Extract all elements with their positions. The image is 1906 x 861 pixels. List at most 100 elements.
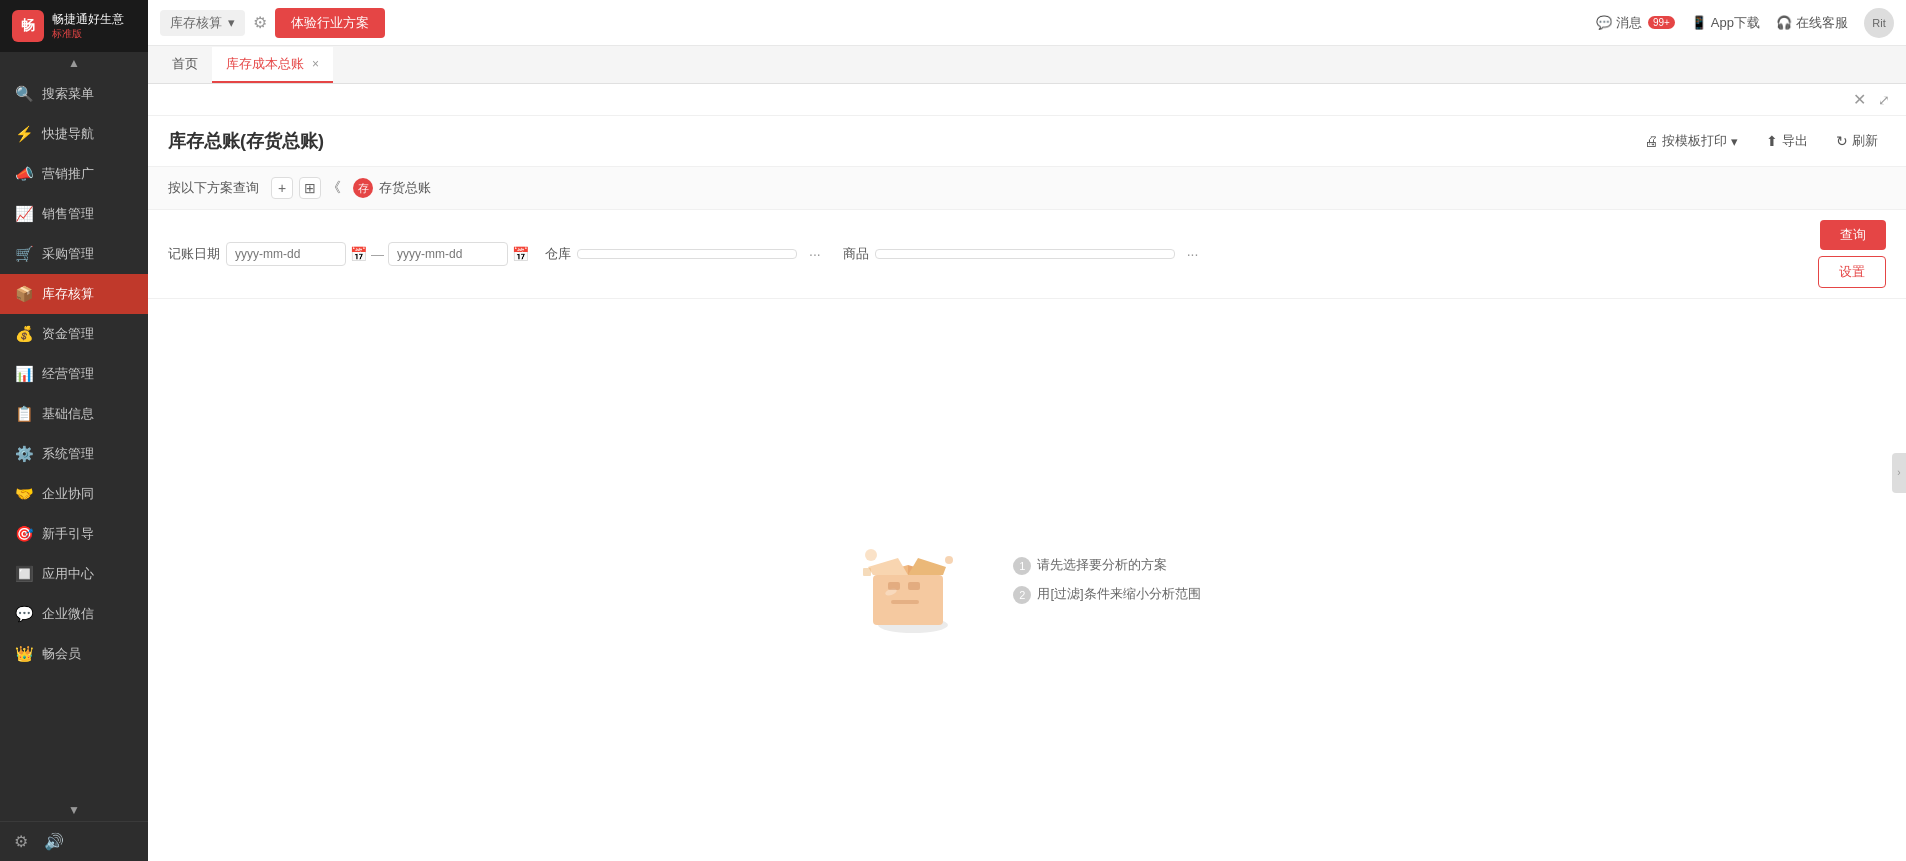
tab-bar: 首页 库存成本总账 ×	[148, 46, 1906, 84]
sidebar-item-wechat[interactable]: 💬 企业微信	[0, 594, 148, 634]
sidebar-item-apps[interactable]: 🔲 应用中心	[0, 554, 148, 594]
message-badge: 99+	[1648, 16, 1675, 29]
svg-marker-5	[908, 558, 946, 575]
page-header-actions: 🖨 按模板打印 ▾ ⬆ 导出 ↻ 刷新	[1636, 128, 1886, 154]
sales-icon: 📈	[14, 204, 34, 224]
page-content: ✕ ⤢ 库存总账(存货总账) 🖨 按模板打印 ▾ ⬆ 导出	[148, 84, 1906, 861]
inventory-icon: 📦	[14, 284, 34, 304]
date-start-input[interactable]	[226, 242, 346, 266]
filter-actions: + ⊞ 《	[271, 177, 341, 199]
empty-svg	[853, 520, 973, 640]
sidebar-item-operation[interactable]: 📊 经营管理	[0, 354, 148, 394]
empty-text: 1 请先选择要分析的方案 2 用[过滤]条件来缩小分析范围	[1013, 556, 1200, 604]
warehouse-field: 仓库 ···	[545, 244, 827, 264]
calendar-end-icon[interactable]: 📅	[512, 246, 529, 262]
filter-collapse-btn[interactable]: 《	[327, 179, 341, 197]
sidebar-item-newbie[interactable]: 🎯 新手引导	[0, 514, 148, 554]
print-btn[interactable]: 🖨 按模板打印 ▾	[1636, 128, 1746, 154]
settings-btn[interactable]: 设置	[1818, 256, 1886, 288]
wechat-icon: 💬	[14, 604, 34, 624]
filter-row: 记账日期 📅 — 📅 仓库 ···	[148, 210, 1906, 299]
online-support-item[interactable]: 🎧 在线客服	[1776, 14, 1848, 32]
content-wrapper: ✕ ⤢ 库存总账(存货总账) 🖨 按模板打印 ▾ ⬆ 导出	[148, 84, 1906, 861]
industry-btn[interactable]: 体验行业方案	[275, 8, 385, 38]
product-more-btn[interactable]: ···	[1181, 244, 1205, 264]
quicknav-icon: ⚡	[14, 124, 34, 144]
filter-add-btn[interactable]: +	[271, 177, 293, 199]
sidebar: 畅 畅捷通好生意 标准版 ▲ 🔍 搜索菜单 ⚡ 快捷导航 📣 营销推广 📈 销售…	[0, 0, 148, 861]
date-end-input[interactable]	[388, 242, 508, 266]
message-icon: 💬	[1596, 15, 1612, 30]
empty-hint-1: 1 请先选择要分析的方案	[1013, 556, 1200, 575]
sidebar-item-system[interactable]: ⚙️ 系统管理	[0, 434, 148, 474]
empty-state: 1 请先选择要分析的方案 2 用[过滤]条件来缩小分析范围	[148, 299, 1906, 861]
message-item[interactable]: 💬 消息 99+	[1596, 14, 1675, 32]
operation-icon: 📊	[14, 364, 34, 384]
topbar: 库存核算 ▾ ⚙ 体验行业方案 💬 消息 99+ 📱 App下载 🎧 在线客服 …	[148, 0, 1906, 46]
sidebar-item-purchase[interactable]: 🛒 采购管理	[0, 234, 148, 274]
panel-close-btn[interactable]: ✕	[1849, 86, 1870, 113]
sidebar-item-quicknav[interactable]: ⚡ 快捷导航	[0, 114, 148, 154]
breadcrumb-dropdown-icon: ▾	[228, 15, 235, 30]
filter-bar-label: 按以下方案查询	[168, 179, 259, 197]
sidebar-logo: 畅 畅捷通好生意 标准版	[0, 0, 148, 52]
tab-close-icon[interactable]: ×	[312, 57, 319, 71]
svg-rect-7	[888, 582, 900, 590]
sidebar-item-marketing[interactable]: 📣 营销推广	[0, 154, 148, 194]
print-icon: 🖨	[1644, 133, 1658, 149]
export-btn[interactable]: ⬆ 导出	[1758, 128, 1816, 154]
headset-icon: 🎧	[1776, 15, 1792, 30]
refresh-icon: ↻	[1836, 133, 1848, 149]
calendar-start-icon[interactable]: 📅	[350, 246, 367, 262]
sidebar-scroll-up[interactable]: ▲	[0, 52, 148, 74]
filter-group-btn[interactable]: ⊞	[299, 177, 321, 199]
panel-resize-btn[interactable]: ⤢	[1878, 92, 1890, 108]
empty-hint-2: 2 用[过滤]条件来缩小分析范围	[1013, 585, 1200, 604]
topbar-left: 库存核算 ▾ ⚙ 体验行业方案	[160, 8, 1586, 38]
topbar-breadcrumb[interactable]: 库存核算 ▾	[160, 10, 245, 36]
sidebar-item-enterprise[interactable]: 🤝 企业协同	[0, 474, 148, 514]
footer-speaker-icon[interactable]: 🔊	[44, 832, 64, 851]
filter-scheme-icon: 存	[353, 178, 373, 198]
search-icon: 🔍	[14, 84, 34, 104]
filter-scheme-item[interactable]: 存 存货总账	[353, 178, 431, 198]
logo-icon: 畅	[12, 10, 44, 42]
topbar-settings-icon[interactable]: ⚙	[253, 13, 267, 32]
close-row: ✕ ⤢	[148, 84, 1906, 116]
sidebar-scroll-down[interactable]: ▼	[0, 799, 148, 821]
user-avatar[interactable]: Rit	[1864, 8, 1894, 38]
logo-text: 畅捷通好生意 标准版	[52, 12, 124, 41]
query-btn[interactable]: 查询	[1820, 220, 1886, 250]
footer-settings-icon[interactable]: ⚙	[14, 832, 28, 851]
warehouse-select[interactable]	[577, 249, 797, 259]
app-download-item[interactable]: 📱 App下载	[1691, 14, 1760, 32]
empty-illustration	[853, 520, 973, 640]
basic-icon: 📋	[14, 404, 34, 424]
query-actions: 查询 设置	[1818, 220, 1886, 288]
purchase-icon: 🛒	[14, 244, 34, 264]
marketing-icon: 📣	[14, 164, 34, 184]
sidebar-item-member[interactable]: 👑 畅会员	[0, 634, 148, 674]
sidebar-item-finance[interactable]: 💰 资金管理	[0, 314, 148, 354]
tab-inventory-ledger[interactable]: 库存成本总账 ×	[212, 47, 333, 83]
newbie-icon: 🎯	[14, 524, 34, 544]
svg-marker-4	[868, 558, 908, 575]
finance-icon: 💰	[14, 324, 34, 344]
sidebar-item-search[interactable]: 🔍 搜索菜单	[0, 74, 148, 114]
sidebar-item-sales[interactable]: 📈 销售管理	[0, 194, 148, 234]
tab-home[interactable]: 首页	[158, 47, 212, 83]
date-input-wrap: 📅 — 📅	[226, 242, 529, 266]
refresh-btn[interactable]: ↻ 刷新	[1828, 128, 1886, 154]
sidebar-item-basic[interactable]: 📋 基础信息	[0, 394, 148, 434]
warehouse-more-btn[interactable]: ···	[803, 244, 827, 264]
topbar-right: 💬 消息 99+ 📱 App下载 🎧 在线客服 Rit	[1596, 8, 1894, 38]
product-label: 商品	[843, 245, 869, 263]
hint1-num: 1	[1013, 557, 1031, 575]
date-field: 记账日期 📅 — 📅	[168, 242, 529, 266]
svg-rect-9	[891, 600, 919, 604]
right-panel-arrow[interactable]: ›	[1892, 453, 1906, 493]
sidebar-item-inventory[interactable]: 📦 库存核算	[0, 274, 148, 314]
product-select[interactable]	[875, 249, 1175, 259]
svg-point-10	[865, 549, 877, 561]
date-separator: —	[371, 247, 384, 262]
